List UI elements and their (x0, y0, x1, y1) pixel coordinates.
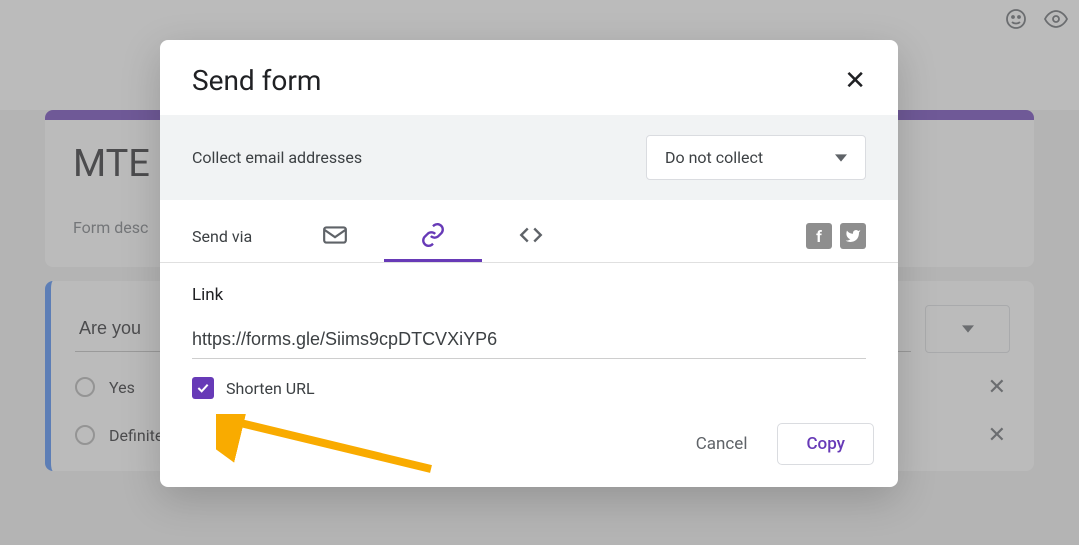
collect-email-dropdown[interactable]: Do not collect (646, 135, 866, 180)
modal-title: Send form (192, 64, 321, 97)
shorten-url-label: Shorten URL (226, 379, 315, 398)
send-via-label: Send via (192, 227, 252, 246)
send-form-modal: Send form ✕ Collect email addresses Do n… (160, 40, 898, 487)
facebook-share-button[interactable]: f (806, 223, 832, 249)
tab-link[interactable] (384, 210, 482, 262)
chevron-down-icon (835, 152, 847, 164)
collect-email-value: Do not collect (665, 148, 763, 167)
close-icon[interactable]: ✕ (844, 68, 866, 94)
embed-icon (518, 222, 544, 248)
copy-button[interactable]: Copy (777, 423, 874, 465)
tab-embed[interactable] (482, 210, 580, 262)
social-share: f (806, 223, 866, 249)
shorten-url-checkbox[interactable] (192, 377, 214, 399)
twitter-share-button[interactable] (840, 223, 866, 249)
link-url-input[interactable] (192, 323, 866, 359)
link-section-label: Link (192, 285, 866, 305)
cancel-button[interactable]: Cancel (678, 424, 766, 464)
collect-email-label: Collect email addresses (192, 148, 362, 167)
tab-email[interactable] (286, 210, 384, 262)
link-icon (420, 222, 446, 248)
checkmark-icon (195, 380, 211, 396)
send-via-tabs: Send via f (160, 200, 898, 263)
link-section: Link Shorten URL (160, 263, 898, 409)
modal-actions: Cancel Copy (160, 409, 898, 487)
collect-email-row: Collect email addresses Do not collect (160, 115, 898, 200)
twitter-icon (845, 228, 861, 244)
email-icon (322, 222, 348, 248)
